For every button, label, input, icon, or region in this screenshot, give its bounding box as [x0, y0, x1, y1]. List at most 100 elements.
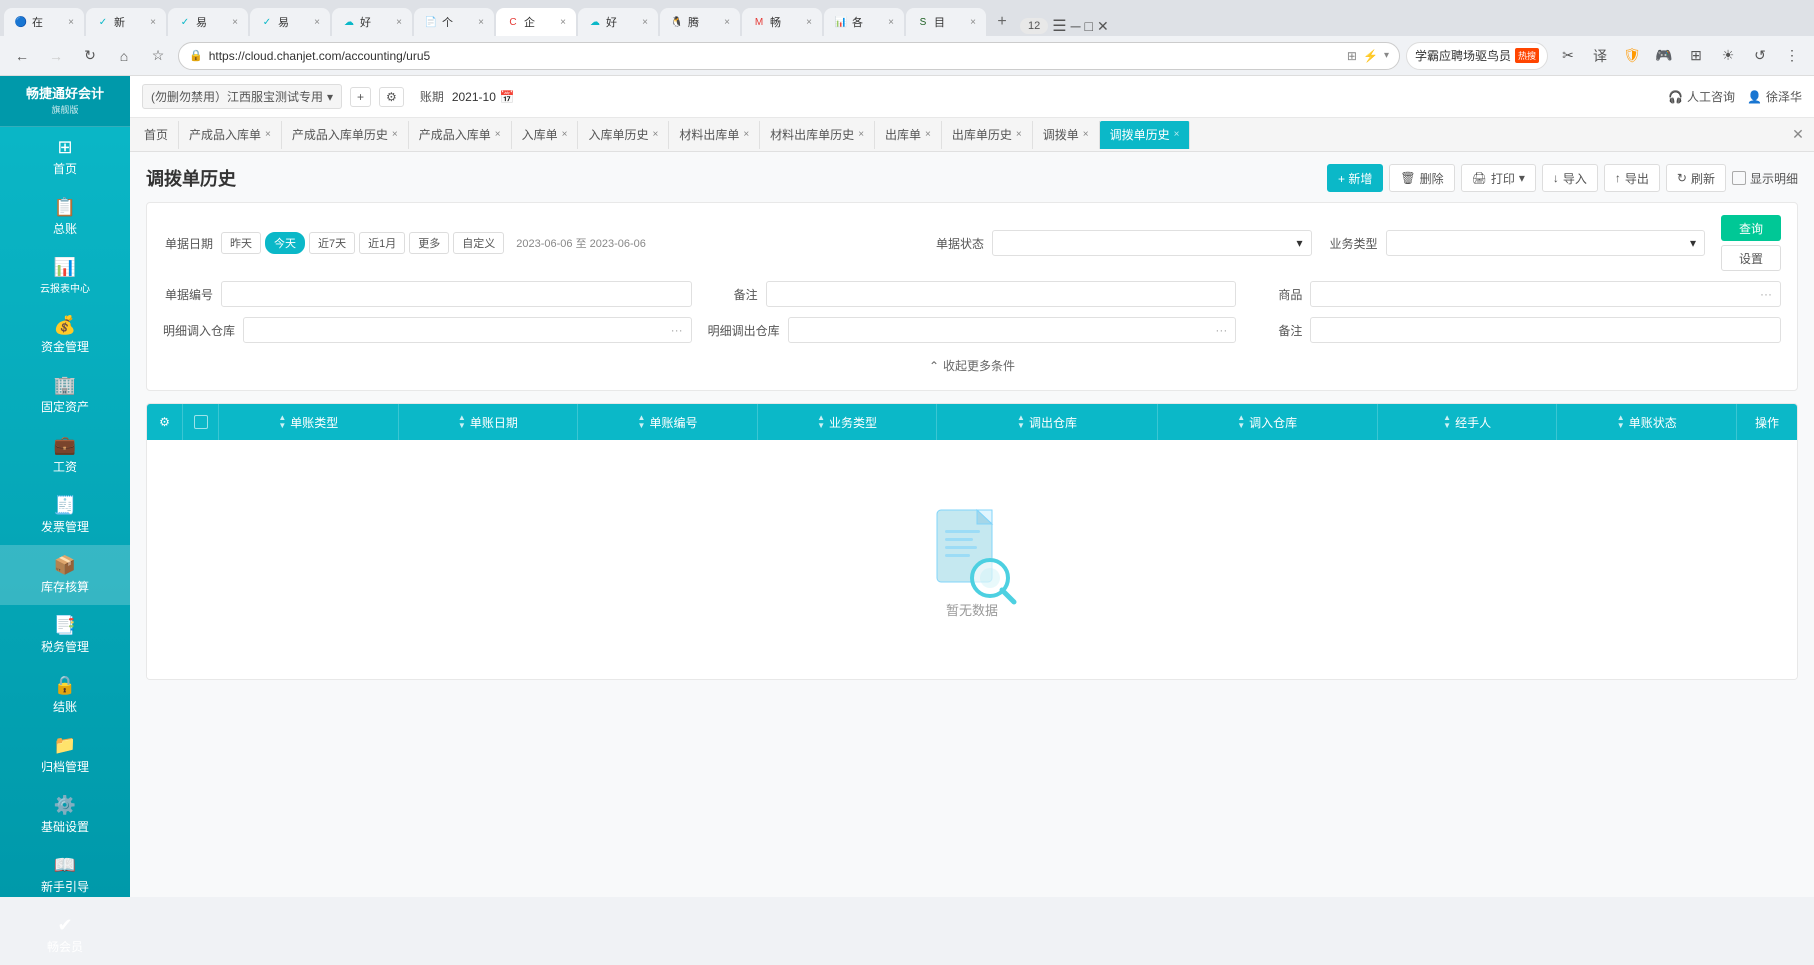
status-select[interactable]: ▾: [992, 230, 1312, 256]
browser-tab-8[interactable]: ☁ 好 ×: [578, 8, 658, 36]
page-tab-home[interactable]: 首页: [134, 121, 179, 149]
sidebar-item-closing[interactable]: 🔒 结账: [0, 665, 130, 725]
page-tab-close-out-hist[interactable]: ×: [1016, 129, 1022, 140]
tab-close-4[interactable]: ×: [314, 17, 320, 28]
address-bar[interactable]: 🔒 https://cloud.chanjet.com/accounting/u…: [178, 42, 1400, 70]
goods-select[interactable]: ···: [1310, 281, 1781, 307]
out-wh-select[interactable]: ···: [788, 317, 1237, 343]
tab-close-1[interactable]: ×: [68, 17, 74, 28]
header-checkbox[interactable]: [194, 415, 208, 429]
sidebar-item-capital[interactable]: 💰 资金管理: [0, 305, 130, 365]
page-tab-mat-out[interactable]: 材料出库单 ×: [669, 121, 760, 149]
in-wh-select[interactable]: ···: [243, 317, 692, 343]
back-button[interactable]: ←: [8, 42, 36, 70]
browser-tab-9[interactable]: 🐧 腾 ×: [660, 8, 740, 36]
sidebar-item-tax[interactable]: 📑 税务管理: [0, 605, 130, 665]
sidebar-item-archive[interactable]: 📁 归档管理: [0, 725, 130, 785]
lightning-icon[interactable]: ⚡: [1363, 49, 1378, 63]
minimize-btn[interactable]: ─: [1071, 18, 1081, 34]
maximize-btn[interactable]: □: [1085, 18, 1093, 34]
translate-button[interactable]: 译: [1586, 42, 1614, 70]
page-tab-transfer[interactable]: 调拨单 ×: [1033, 121, 1100, 149]
th-date[interactable]: ▲▼ 单账日期: [399, 404, 579, 440]
tab-close-10[interactable]: ×: [806, 17, 812, 28]
page-tab-out[interactable]: 出库单 ×: [875, 121, 942, 149]
docno-input[interactable]: [221, 281, 692, 307]
page-tab-purch-in-hist[interactable]: 产成品入库单历史 ×: [282, 121, 409, 149]
tab-close-6[interactable]: ×: [478, 17, 484, 28]
page-tab-close-transfer[interactable]: ×: [1083, 129, 1089, 140]
page-tab-close-mat-out-hist[interactable]: ×: [858, 129, 864, 140]
th-check[interactable]: [183, 404, 219, 440]
home-button[interactable]: ⌂: [110, 42, 138, 70]
page-tab-out-hist[interactable]: 出库单历史 ×: [942, 121, 1033, 149]
close-all-tabs-button[interactable]: ✕: [1786, 123, 1810, 147]
th-type[interactable]: ▲▼ 单账类型: [219, 404, 399, 440]
month-btn[interactable]: 近1月: [359, 232, 405, 254]
sidebar-item-home[interactable]: ⊞ 首页: [0, 127, 130, 187]
yesterday-btn[interactable]: 昨天: [221, 232, 261, 254]
forward-button[interactable]: →: [42, 42, 70, 70]
th-status[interactable]: ▲▼ 单账状态: [1557, 404, 1737, 440]
more-btn[interactable]: 更多: [409, 232, 449, 254]
custom-btn[interactable]: 自定义: [453, 232, 504, 254]
import-button[interactable]: ↓ 导入: [1542, 164, 1598, 192]
th-out-wh[interactable]: ▲▼ 调出仓库: [937, 404, 1157, 440]
tab-close-11[interactable]: ×: [888, 17, 894, 28]
sidebar-item-member[interactable]: ✔ 畅会员: [0, 905, 130, 965]
browser-tab-7[interactable]: C 企 ×: [496, 8, 576, 36]
grid-button[interactable]: ⊞: [1682, 42, 1710, 70]
browser-search-bar[interactable]: 学霸应聘场驱鸟员 热搜: [1406, 42, 1548, 70]
tab-close-5[interactable]: ×: [396, 17, 402, 28]
page-tab-close-out[interactable]: ×: [925, 129, 931, 140]
week-btn[interactable]: 近7天: [309, 232, 355, 254]
page-tab-in[interactable]: 入库单 ×: [512, 121, 579, 149]
page-tab-prod-in[interactable]: 产成品入库单 ×: [409, 121, 512, 149]
query-button[interactable]: 查询: [1721, 215, 1781, 241]
th-operator[interactable]: ▲▼ 经手人: [1378, 404, 1558, 440]
th-biz[interactable]: ▲▼ 业务类型: [758, 404, 938, 440]
page-tab-close-prod-in[interactable]: ×: [495, 129, 501, 140]
dropdown-arrow[interactable]: ▾: [1384, 50, 1389, 61]
bookmark-button[interactable]: ☆: [144, 42, 172, 70]
undo-button[interactable]: ↺: [1746, 42, 1774, 70]
page-tab-in-hist[interactable]: 入库单历史 ×: [578, 121, 669, 149]
export-button[interactable]: ↑ 导出: [1604, 164, 1660, 192]
page-tab-close-purch-in-hist[interactable]: ×: [392, 129, 398, 140]
filter-settings-button[interactable]: 设置: [1721, 245, 1781, 271]
page-tab-purch-in[interactable]: 产成品入库单 ×: [179, 121, 282, 149]
browser-tab-4[interactable]: ✓ 易 ×: [250, 8, 330, 36]
tab-close-2[interactable]: ×: [150, 17, 156, 28]
print-button[interactable]: 🖨 打印 ▾: [1461, 164, 1536, 192]
browser-tab-1[interactable]: 🔵 在 ×: [4, 8, 84, 36]
user-info[interactable]: 👤 徐泽华: [1747, 88, 1802, 105]
browser-tab-12[interactable]: S 目 ×: [906, 8, 986, 36]
new-button[interactable]: + 新增: [1327, 164, 1383, 192]
biztype-select[interactable]: ▾: [1386, 230, 1706, 256]
sidebar-item-guide[interactable]: 📖 新手引导: [0, 845, 130, 905]
company-selector[interactable]: (勿删勿禁用）江西服宝测试专用 ▾: [142, 84, 342, 109]
sidebar-item-report[interactable]: 📊 云报表中心: [0, 247, 130, 305]
sidebar-item-inventory[interactable]: 📦 库存核算: [0, 545, 130, 605]
sidebar-item-invoice[interactable]: 🧾 发票管理: [0, 485, 130, 545]
tab-close-7[interactable]: ×: [560, 17, 566, 28]
browser-tab-3[interactable]: ✓ 易 ×: [168, 8, 248, 36]
browser-tab-6[interactable]: 📄 个 ×: [414, 8, 494, 36]
page-tab-close-in[interactable]: ×: [562, 129, 568, 140]
browser-tab-2[interactable]: ✓ 新 ×: [86, 8, 166, 36]
page-tab-close-transfer-hist[interactable]: ×: [1174, 129, 1180, 140]
display-toggle-checkbox[interactable]: [1732, 171, 1746, 185]
collapse-filter-button[interactable]: ⌃ 收起更多条件: [163, 353, 1781, 378]
company-settings-button[interactable]: ⚙: [379, 87, 404, 107]
remark2-input[interactable]: [1310, 317, 1781, 343]
add-company-button[interactable]: +: [350, 87, 371, 107]
tab-close-9[interactable]: ×: [724, 17, 730, 28]
remark-input[interactable]: [766, 281, 1237, 307]
page-tab-close-in-hist[interactable]: ×: [652, 129, 658, 140]
sidebar-item-settings[interactable]: ⚙️ 基础设置: [0, 785, 130, 845]
reload-button[interactable]: ↻: [76, 42, 104, 70]
scissors-button[interactable]: ✂: [1554, 42, 1582, 70]
tab-close-8[interactable]: ×: [642, 17, 648, 28]
th-no[interactable]: ▲▼ 单账编号: [578, 404, 758, 440]
tab-menu-icon[interactable]: ☰: [1052, 16, 1066, 36]
